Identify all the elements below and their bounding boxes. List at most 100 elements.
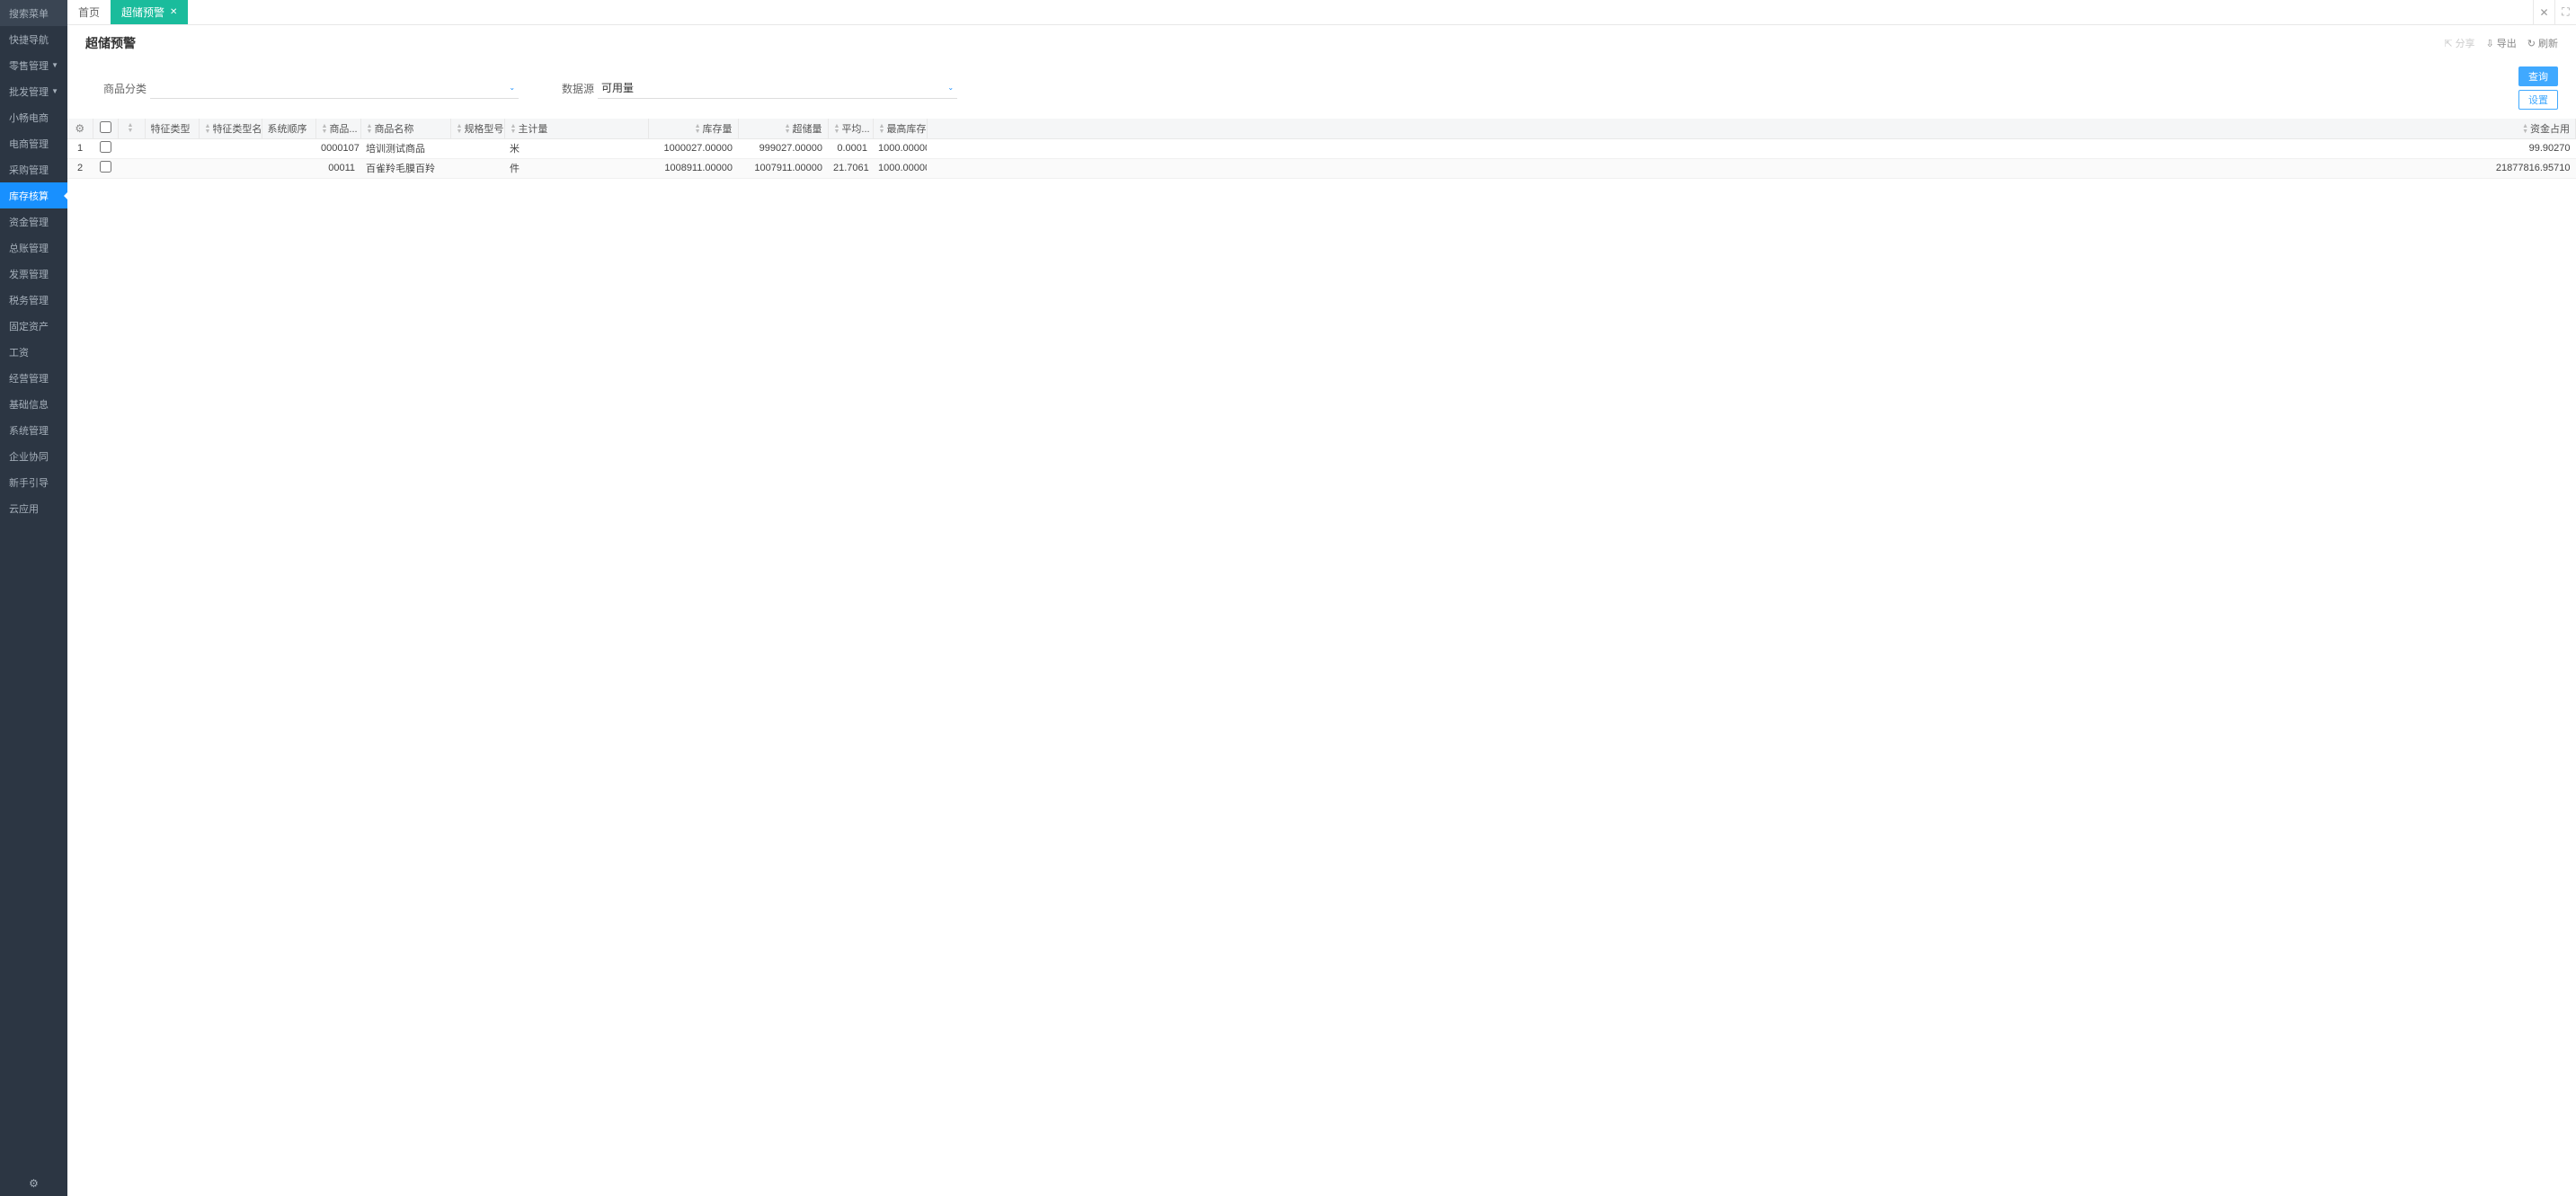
sidebar-item-2[interactable]: 零售管理▼ [0, 52, 67, 78]
th-sys-order[interactable]: 系统顺序 [262, 119, 315, 138]
row-checkbox[interactable] [100, 141, 111, 153]
sidebar-item-14[interactable]: 经营管理 [0, 365, 67, 391]
cell-capital-occupy: 99.90270 [927, 138, 2576, 158]
export-icon: ⇩ [2486, 38, 2494, 49]
cell-avg: 0.0001 [828, 138, 873, 158]
cell-main-unit: 米 [504, 138, 648, 158]
main-area: 首页超储预警✕ ✕ ⛶ 超储预警 ⇱ 分享 ⇩ 导出 [67, 0, 2576, 1196]
th-feature-type-name[interactable]: ▲▼特征类型名称 [199, 119, 262, 138]
sidebar-item-label: 云应用 [9, 501, 39, 516]
query-button[interactable]: 查询 [2518, 66, 2558, 86]
sidebar-item-label: 批发管理 [9, 84, 49, 99]
sidebar-item-label: 经营管理 [9, 371, 49, 385]
th-feature-type[interactable]: 特征类型 [145, 119, 199, 138]
settings-button[interactable]: 设置 [2518, 90, 2558, 110]
cell-check [93, 138, 118, 158]
gear-icon: ⚙ [75, 122, 84, 135]
filter-bar: 商品分类 ⌄ 数据源 可用量 ⌄ 查询 设置 [67, 61, 2576, 119]
th-product-code[interactable]: ▲▼商品... [315, 119, 360, 138]
sidebar-settings[interactable]: ⚙ [0, 1171, 67, 1196]
sidebar-item-label: 电商管理 [9, 137, 49, 151]
tab-label: 超储预警 [121, 4, 164, 20]
share-action[interactable]: ⇱ 分享 [2444, 36, 2474, 50]
th-over-qty[interactable]: ▲▼超储量 [738, 119, 828, 138]
tab-0[interactable]: 首页 [67, 0, 111, 24]
datasource-value: 可用量 [601, 80, 634, 95]
sidebar-item-label: 新手引导 [9, 475, 49, 490]
export-label: 导出 [2497, 36, 2517, 50]
close-icon[interactable]: ✕ [170, 7, 177, 17]
category-select[interactable]: ⌄ [150, 77, 519, 99]
close-panel-button[interactable]: ✕ [2533, 0, 2554, 25]
table-container: ⚙ ▲▼ 特征类型 ▲▼特征类型名称 系统顺序 ▲▼商品... ▲▼商品名称 ▲… [67, 119, 2576, 1196]
th-check [93, 119, 118, 138]
th-spec[interactable]: ▲▼规格型号 [450, 119, 504, 138]
cell-blank [118, 138, 145, 158]
sidebar-item-11[interactable]: 税务管理 [0, 287, 67, 313]
cell-spec [450, 158, 504, 178]
cell-sys-order [262, 138, 315, 158]
datasource-select[interactable]: 可用量 ⌄ [598, 77, 957, 99]
th-capital-occupy[interactable]: ▲▼资金占用 [927, 119, 2576, 138]
cell-stock-qty: 1000027.00000 [648, 138, 738, 158]
export-action[interactable]: ⇩ 导出 [2486, 36, 2517, 50]
sidebar-item-label: 企业协同 [9, 449, 49, 464]
cell-main-unit: 件 [504, 158, 648, 178]
cell-spec [450, 138, 504, 158]
sidebar-item-4[interactable]: 小畅电商 [0, 104, 67, 130]
expand-icon: ⛶ [2562, 5, 2569, 19]
sidebar-item-17[interactable]: 企业协同 [0, 443, 67, 469]
sidebar-item-label: 搜索菜单 [9, 6, 49, 21]
sidebar-item-label: 采购管理 [9, 163, 49, 177]
table-row[interactable]: 10000107培训测试商品米1000027.00000999027.00000… [67, 138, 2576, 158]
tab-1[interactable]: 超储预警 ✕ [111, 0, 188, 24]
sidebar-item-7[interactable]: 库存核算 [0, 182, 67, 208]
sidebar-item-0[interactable]: 搜索菜单 [0, 0, 67, 26]
sidebar: 搜索菜单快捷导航零售管理▼批发管理▼小畅电商电商管理采购管理库存核算资金管理总账… [0, 0, 67, 1196]
table-row[interactable]: 200011百雀羚毛膜百羚件1008911.000001007911.00000… [67, 158, 2576, 178]
cell-product-code: 0000107 [315, 138, 360, 158]
sidebar-item-label: 小畅电商 [9, 111, 49, 125]
page-title: 超储预警 [85, 34, 136, 52]
sidebar-item-13[interactable]: 工资 [0, 339, 67, 365]
sidebar-item-label: 发票管理 [9, 267, 49, 281]
sidebar-item-12[interactable]: 固定资产 [0, 313, 67, 339]
sidebar-item-8[interactable]: 资金管理 [0, 208, 67, 235]
sidebar-item-5[interactable]: 电商管理 [0, 130, 67, 156]
cell-feature-type [145, 158, 199, 178]
th-avg[interactable]: ▲▼平均... [828, 119, 873, 138]
refresh-action[interactable]: ↻ 刷新 [2527, 36, 2558, 50]
page-header: 超储预警 ⇱ 分享 ⇩ 导出 ↻ 刷新 [67, 25, 2576, 61]
th-main-unit[interactable]: ▲▼主计量 [504, 119, 648, 138]
th-blank[interactable]: ▲▼ [118, 119, 145, 138]
cell-avg: 21.7061 [828, 158, 873, 178]
cell-no: 1 [67, 138, 93, 158]
close-icon: ✕ [2539, 6, 2548, 19]
sidebar-item-3[interactable]: 批发管理▼ [0, 78, 67, 104]
th-max-stock[interactable]: ▲▼最高库存 [873, 119, 927, 138]
gear-icon: ⚙ [29, 1177, 39, 1190]
sidebar-item-15[interactable]: 基础信息 [0, 391, 67, 417]
sidebar-item-19[interactable]: 云应用 [0, 495, 67, 521]
sidebar-item-18[interactable]: 新手引导 [0, 469, 67, 495]
share-icon: ⇱ [2444, 38, 2452, 49]
sidebar-item-label: 工资 [9, 345, 29, 359]
sidebar-item-6[interactable]: 采购管理 [0, 156, 67, 182]
sidebar-item-9[interactable]: 总账管理 [0, 235, 67, 261]
table-header-row: ⚙ ▲▼ 特征类型 ▲▼特征类型名称 系统顺序 ▲▼商品... ▲▼商品名称 ▲… [67, 119, 2576, 138]
th-gear[interactable]: ⚙ [67, 119, 93, 138]
row-checkbox[interactable] [100, 161, 111, 173]
cell-blank [118, 158, 145, 178]
sidebar-item-1[interactable]: 快捷导航 [0, 26, 67, 52]
th-product-name[interactable]: ▲▼商品名称 [360, 119, 450, 138]
caret-down-icon: ▼ [51, 87, 58, 95]
sidebar-item-16[interactable]: 系统管理 [0, 417, 67, 443]
th-stock-qty[interactable]: ▲▼库存量 [648, 119, 738, 138]
tab-label: 首页 [78, 4, 100, 20]
cell-max-stock: 1000.00000 [873, 158, 927, 178]
sidebar-item-10[interactable]: 发票管理 [0, 261, 67, 287]
cell-product-code: 00011 [315, 158, 360, 178]
expand-button[interactable]: ⛶ [2554, 0, 2576, 25]
cell-capital-occupy: 21877816.95710 [927, 158, 2576, 178]
select-all-checkbox[interactable] [100, 121, 111, 133]
